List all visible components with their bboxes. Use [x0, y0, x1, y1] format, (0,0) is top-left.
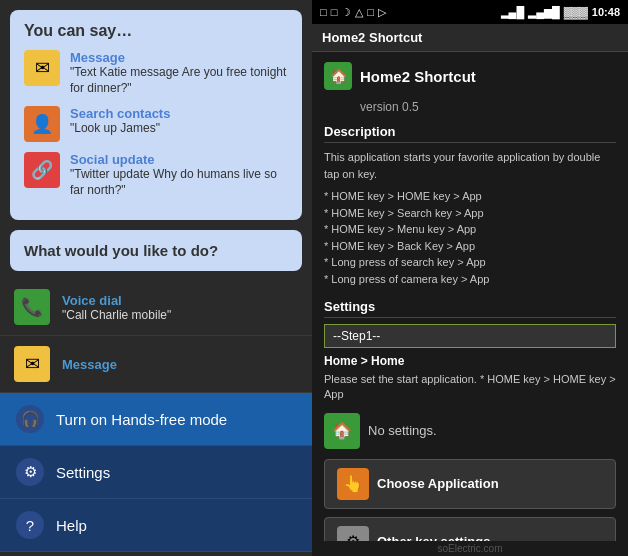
message-icon: ✉: [24, 50, 60, 86]
desc-list-3: * HOME key > Back Key > App: [324, 238, 616, 255]
status-icon-2: □: [331, 6, 338, 18]
items-list: 📞 Voice dial "Call Charlie mobile" ✉ Mes…: [0, 279, 312, 556]
settings-icon: ⚙: [16, 458, 44, 486]
say-label-social: Social update: [70, 152, 288, 167]
choose-application-button[interactable]: 👆 Choose Application: [324, 459, 616, 509]
status-time: 10:48: [592, 6, 620, 18]
you-can-say-title: You can say…: [24, 22, 288, 40]
say-text-social: Social update "Twitter update Why do hum…: [70, 152, 288, 198]
other-key-settings-button[interactable]: ⚙ Other key settings: [324, 517, 616, 541]
list-item-msg[interactable]: ✉ Message: [0, 336, 312, 393]
settings-section: Settings Home > Home Please set the star…: [324, 299, 616, 541]
description-list: * HOME key > HOME key > App * HOME key >…: [324, 188, 616, 287]
status-icon-triangle: △: [355, 6, 363, 19]
context-label-settings: Settings: [56, 464, 110, 481]
say-quote-contact: "Look up James": [70, 121, 170, 137]
app-content[interactable]: 🏠 Home2 Shortcut version 0.5 Description…: [312, 52, 628, 541]
desc-list-2: * HOME key > Menu key > App: [324, 221, 616, 238]
app-version: version 0.5: [360, 100, 616, 114]
status-icon-1: □: [320, 6, 327, 18]
choose-application-icon: 👆: [337, 468, 369, 500]
list-item-quote-voice: "Call Charlie mobile": [62, 308, 171, 322]
desc-list-1: * HOME key > Search key > App: [324, 205, 616, 222]
settings-title: Settings: [324, 299, 616, 318]
list-item-label-msg: Message: [62, 357, 117, 372]
help-icon: ?: [16, 511, 44, 539]
desc-list-0: * HOME key > HOME key > App: [324, 188, 616, 205]
list-item-text-msg: Message: [62, 357, 117, 372]
context-menu: 🎧 Turn on Hands-free mode ⚙ Settings ? H…: [0, 393, 312, 552]
context-item-settings[interactable]: ⚙ Settings: [0, 446, 312, 499]
status-icon-4: □: [367, 6, 374, 18]
social-icon: 🔗: [24, 152, 60, 188]
what-would-text: What would you like to do?: [24, 242, 288, 259]
context-label-handsfree: Turn on Hands-free mode: [56, 411, 227, 428]
other-key-settings-label: Other key settings: [377, 534, 490, 541]
left-panel: You can say… ✉ Message "Text Katie messa…: [0, 0, 312, 556]
status-icon-moon: ☽: [341, 6, 351, 19]
app-header: Home2 Shortcut: [312, 24, 628, 52]
status-left: □ □ ☽ △ □ ▷: [320, 6, 386, 19]
app-name-text: Home2 Shortcut: [360, 68, 476, 85]
say-quote-social: "Twitter update Why do humans live so fa…: [70, 167, 288, 198]
desc-list-5: * Long press of camera key > App: [324, 271, 616, 288]
voice-dial-icon: 📞: [14, 289, 50, 325]
say-item-social: 🔗 Social update "Twitter update Why do h…: [24, 152, 288, 198]
contact-icon: 👤: [24, 106, 60, 142]
context-item-handsfree[interactable]: 🎧 Turn on Hands-free mode: [0, 393, 312, 446]
say-label-contact: Search contacts: [70, 106, 170, 121]
app-name-section: 🏠 Home2 Shortcut: [324, 62, 616, 90]
please-set-text: Please set the start application. * HOME…: [324, 372, 616, 403]
list-item-text-voice: Voice dial "Call Charlie mobile": [62, 293, 171, 322]
status-bar: □ □ ☽ △ □ ▷ ▂▄█ ▂▄▆█ ▓▓▓ 10:48: [312, 0, 628, 24]
no-settings-text: No settings.: [368, 423, 437, 438]
watermark: soElectric.com: [312, 541, 628, 556]
other-key-settings-icon: ⚙: [337, 526, 369, 541]
what-would-box: What would you like to do?: [10, 230, 302, 271]
context-item-help[interactable]: ? Help: [0, 499, 312, 552]
say-label-message: Message: [70, 50, 288, 65]
app-icon-small: 🏠: [324, 62, 352, 90]
no-settings-icon: 🏠: [324, 413, 360, 449]
say-quote-message: "Text Katie message Are you free tonight…: [70, 65, 288, 96]
description-title: Description: [324, 124, 616, 143]
home-home-label: Home > Home: [324, 354, 616, 368]
list-item-label-voice: Voice dial: [62, 293, 171, 308]
step-input[interactable]: [324, 324, 616, 348]
say-text-contact: Search contacts "Look up James": [70, 106, 170, 137]
desc-list-4: * Long press of search key > App: [324, 254, 616, 271]
choose-application-label: Choose Application: [377, 476, 499, 491]
say-text-message: Message "Text Katie message Are you free…: [70, 50, 288, 96]
handsfree-icon: 🎧: [16, 405, 44, 433]
signal-icon: ▂▄▆█: [528, 6, 560, 19]
battery-icon: ▓▓▓: [564, 6, 588, 18]
list-item-voice[interactable]: 📞 Voice dial "Call Charlie mobile": [0, 279, 312, 336]
context-label-help: Help: [56, 517, 87, 534]
app-header-title: Home2 Shortcut: [322, 30, 618, 45]
right-panel: □ □ ☽ △ □ ▷ ▂▄█ ▂▄▆█ ▓▓▓ 10:48 Home2 Sho…: [312, 0, 628, 556]
status-right: ▂▄█ ▂▄▆█ ▓▓▓ 10:48: [501, 6, 620, 19]
say-item-contact: 👤 Search contacts "Look up James": [24, 106, 288, 142]
description-text: This application starts your favorite ap…: [324, 149, 616, 182]
message-list-icon: ✉: [14, 346, 50, 382]
say-item-message: ✉ Message "Text Katie message Are you fr…: [24, 50, 288, 96]
you-can-say-box: You can say… ✉ Message "Text Katie messa…: [10, 10, 302, 220]
status-icon-play: ▷: [378, 6, 386, 19]
wifi-icon: ▂▄█: [501, 6, 525, 19]
no-settings-row: 🏠 No settings.: [324, 413, 616, 449]
